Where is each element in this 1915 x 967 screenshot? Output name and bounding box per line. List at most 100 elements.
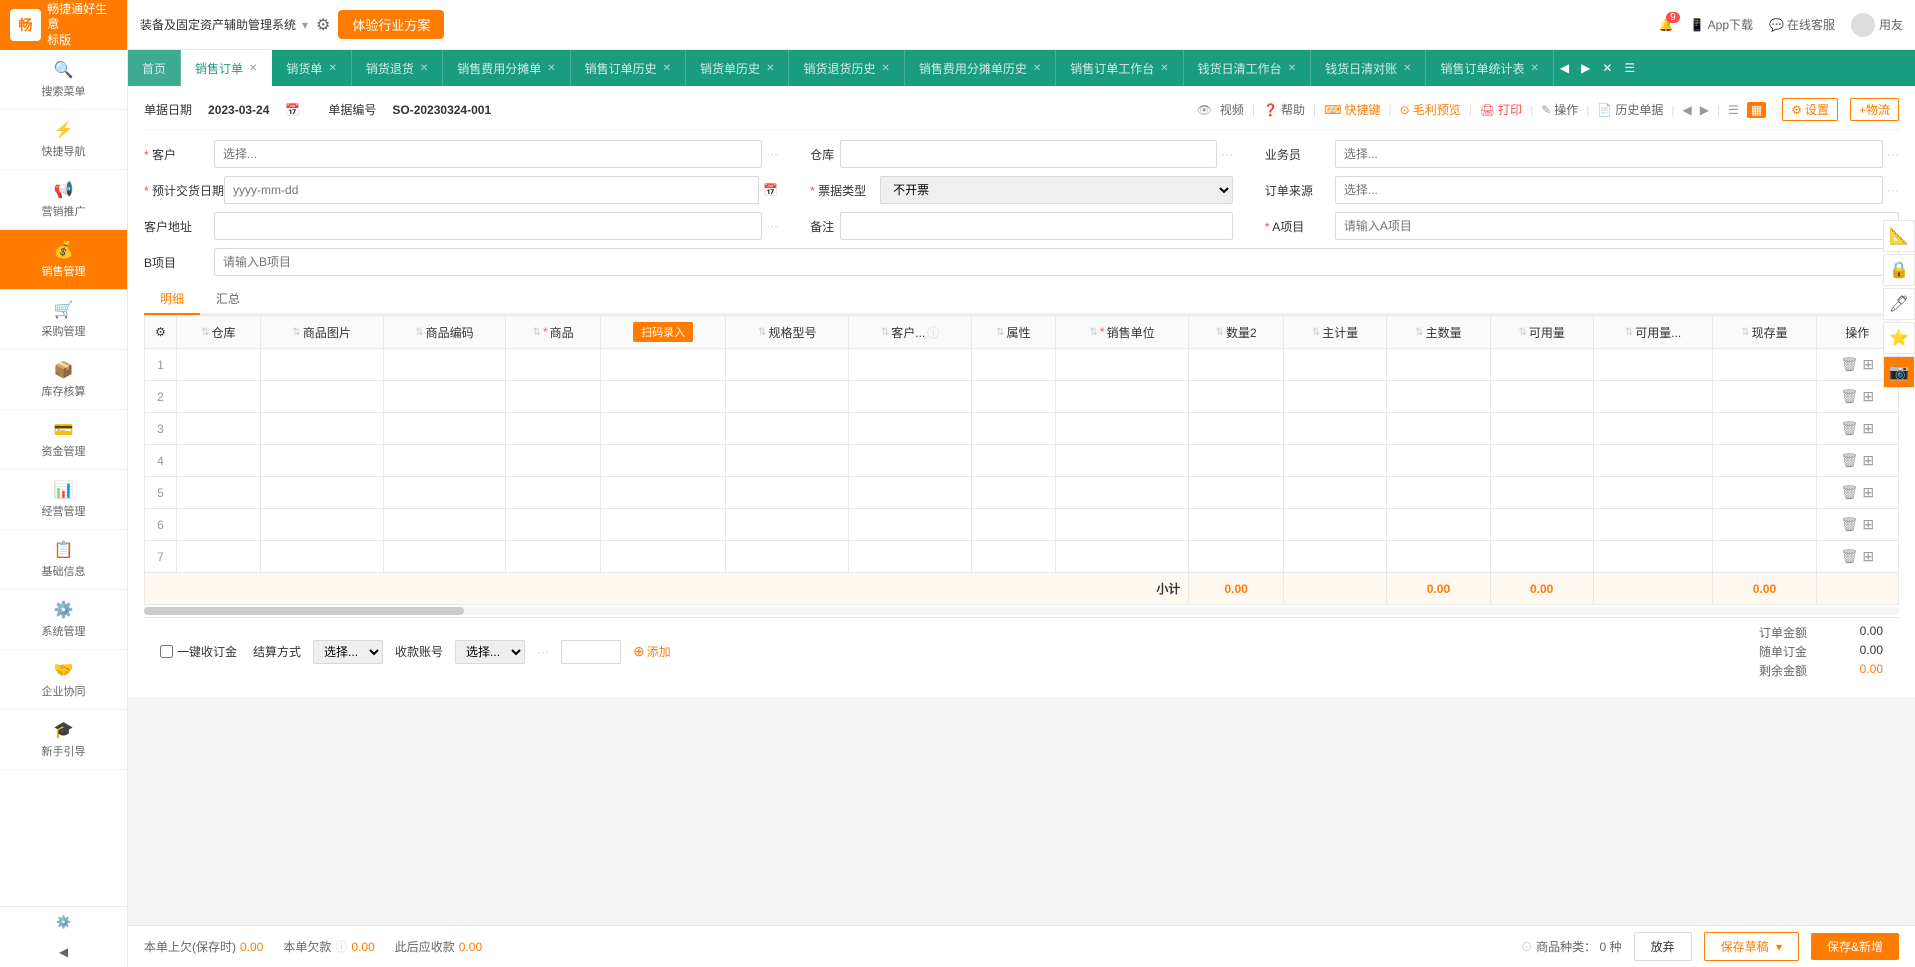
notification-bell[interactable]: 🔔 9	[1659, 18, 1674, 32]
cell-available2[interactable]	[1593, 349, 1713, 381]
tab-sales-expense[interactable]: 销售费用分摊单 ✕	[443, 50, 570, 86]
cell-warehouse[interactable]	[177, 445, 261, 477]
tab-sales-stats[interactable]: 销售订单统计表 ✕	[1426, 50, 1553, 86]
staff-dots-icon[interactable]: ···	[1887, 147, 1899, 161]
sidebar-item-sales[interactable]: 💰 销售管理	[0, 230, 127, 290]
tab-close-icon[interactable]: ✕	[881, 63, 889, 74]
cell-qty2[interactable]	[1189, 381, 1284, 413]
copy-row-icon[interactable]: ⊞	[1862, 452, 1874, 469]
add-payment-btn[interactable]: ⊕ 添加	[633, 643, 671, 660]
cell-customer-code[interactable]	[849, 349, 972, 381]
cell-main-qty[interactable]	[1387, 445, 1490, 477]
cell-qty2[interactable]	[1189, 349, 1284, 381]
cell-attr[interactable]	[972, 413, 1056, 445]
cell-stock[interactable]	[1713, 541, 1816, 573]
cell-qty2[interactable]	[1189, 445, 1284, 477]
tab-close-icon[interactable]: ✕	[1160, 63, 1168, 74]
save-new-btn[interactable]: 保存&新增	[1811, 933, 1899, 960]
sidebar-item-management[interactable]: 📊 经营管理	[0, 470, 127, 530]
tab-workbench[interactable]: 销售订单工作台 ✕	[1056, 50, 1183, 86]
online-service-btn[interactable]: 💬 在线客服	[1769, 16, 1835, 33]
sidebar-settings-btn[interactable]: ⚙️	[0, 907, 127, 937]
sidebar-item-guide[interactable]: 🎓 新手引导	[0, 710, 127, 770]
tab-invoice-hist[interactable]: 销货单历史 ✕	[686, 50, 789, 86]
delete-row-icon[interactable]: 🗑	[1841, 388, 1859, 405]
warehouse-input[interactable]: 成品库	[840, 140, 1217, 168]
view-btn[interactable]: 视频	[1220, 101, 1244, 118]
cell-attr[interactable]	[972, 445, 1056, 477]
sidebar-item-system[interactable]: ⚙️ 系统管理	[0, 590, 127, 650]
next-record-icon[interactable]: ▶	[1700, 103, 1709, 117]
right-icon-4[interactable]: ⭐	[1883, 322, 1915, 354]
tab-daily-clear[interactable]: 钱货日清工作台 ✕	[1184, 50, 1311, 86]
delete-row-icon[interactable]: 🗑	[1841, 356, 1859, 373]
b-project-input[interactable]	[214, 248, 1899, 276]
industry-btn[interactable]: 体验行业方案	[338, 10, 444, 39]
history-btn[interactable]: 📄 历史单据	[1597, 101, 1663, 118]
tab-close-icon[interactable]: ✕	[249, 63, 257, 74]
cell-main-qty[interactable]	[1387, 477, 1490, 509]
cell-unit[interactable]	[1055, 541, 1189, 573]
tab-detail[interactable]: 明细	[144, 284, 200, 315]
cell-unit[interactable]	[1055, 509, 1189, 541]
cell-warehouse[interactable]	[177, 541, 261, 573]
cell-spec[interactable]	[726, 349, 849, 381]
cell-unit[interactable]	[1055, 413, 1189, 445]
cell-unit[interactable]	[1055, 477, 1189, 509]
cell-main-unit[interactable]	[1283, 541, 1386, 573]
copy-row-icon[interactable]: ⊞	[1862, 356, 1874, 373]
cell-code[interactable]	[383, 477, 506, 509]
cell-main-qty[interactable]	[1387, 413, 1490, 445]
cell-attr[interactable]	[972, 477, 1056, 509]
date-picker-icon[interactable]: 📅	[763, 183, 778, 197]
tab-close-icon[interactable]: ✕	[328, 63, 336, 74]
address-input[interactable]	[214, 212, 762, 240]
cell-main-qty[interactable]	[1387, 541, 1490, 573]
cell-stock[interactable]	[1713, 413, 1816, 445]
tab-sales-order-hist[interactable]: 销售订单历史 ✕	[571, 50, 686, 86]
cell-main-unit[interactable]	[1283, 509, 1386, 541]
cell-code[interactable]	[383, 445, 506, 477]
sidebar-item-purchase[interactable]: 🛒 采购管理	[0, 290, 127, 350]
cell-code[interactable]	[383, 541, 506, 573]
delete-row-icon[interactable]: 🗑	[1841, 420, 1859, 437]
cell-warehouse[interactable]	[177, 477, 261, 509]
cell-available[interactable]	[1490, 381, 1593, 413]
cell-image[interactable]	[260, 381, 383, 413]
copy-row-icon[interactable]: ⊞	[1862, 516, 1874, 533]
calendar-icon[interactable]: 📅	[285, 103, 300, 117]
cell-main-unit[interactable]	[1283, 445, 1386, 477]
tab-sales-invoice[interactable]: 销货单 ✕	[272, 50, 351, 86]
cell-available2[interactable]	[1593, 477, 1713, 509]
save-draft-btn[interactable]: 保存草稿 ▾	[1704, 932, 1799, 961]
one-click-payment-label[interactable]: 一键收订金	[160, 643, 237, 660]
cell-main-qty[interactable]	[1387, 509, 1490, 541]
cell-qty2[interactable]	[1189, 477, 1284, 509]
cell-spec[interactable]	[726, 509, 849, 541]
address-dots-icon[interactable]: ···	[766, 219, 778, 233]
cell-image[interactable]	[260, 541, 383, 573]
tab-close-icon[interactable]: ✕	[547, 63, 555, 74]
cell-stock[interactable]	[1713, 445, 1816, 477]
cell-attr[interactable]	[972, 349, 1056, 381]
right-icon-2[interactable]: 🔒	[1883, 254, 1915, 286]
cell-stock[interactable]	[1713, 509, 1816, 541]
cell-spec[interactable]	[726, 413, 849, 445]
cell-code[interactable]	[383, 509, 506, 541]
right-icon-5[interactable]: 📷	[1883, 356, 1915, 388]
cell-unit[interactable]	[1055, 445, 1189, 477]
settings-gear-icon[interactable]: ⚙	[316, 15, 330, 35]
tab-close-icon[interactable]: ✕	[1531, 63, 1539, 74]
tab-close-icon[interactable]: ✕	[663, 63, 671, 74]
cell-spec[interactable]	[726, 477, 849, 509]
sidebar-item-inventory[interactable]: 📦 库存核算	[0, 350, 127, 410]
sidebar-item-search[interactable]: 🔍 搜索菜单	[0, 50, 127, 110]
cell-spec[interactable]	[726, 381, 849, 413]
cell-warehouse[interactable]	[177, 381, 261, 413]
tab-sales-order[interactable]: 销售订单 ✕	[181, 50, 272, 86]
cell-main-qty[interactable]	[1387, 349, 1490, 381]
help-btn[interactable]: ❓ 帮助	[1263, 101, 1305, 118]
th-gear[interactable]: ⚙	[145, 316, 177, 349]
copy-row-icon[interactable]: ⊞	[1862, 484, 1874, 501]
cell-available2[interactable]	[1593, 413, 1713, 445]
